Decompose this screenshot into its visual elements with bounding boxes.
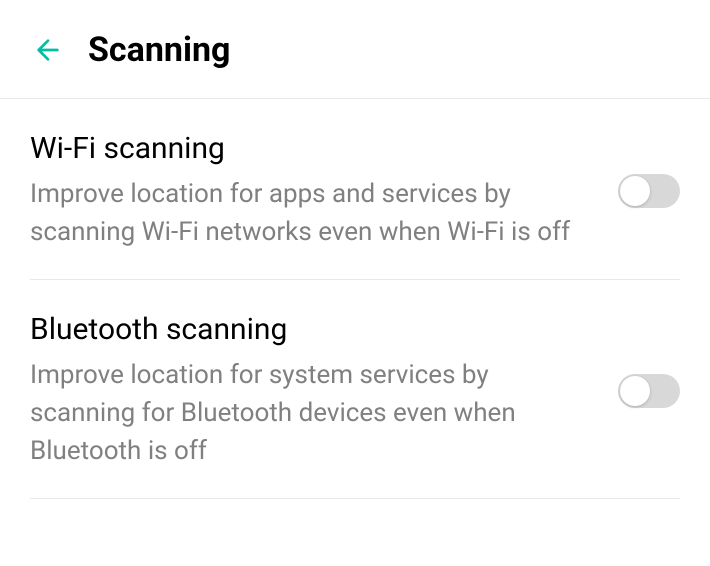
back-button[interactable] [30,32,66,68]
bluetooth-scanning-toggle[interactable] [618,374,680,408]
setting-description: Improve location for system services by … [30,357,598,470]
header: Scanning [0,0,710,99]
settings-list: Wi-Fi scanning Improve location for apps… [0,99,710,499]
toggle-knob [620,176,650,206]
toggle-knob [620,376,650,406]
arrow-left-icon [32,34,64,66]
setting-title: Wi-Fi scanning [30,131,598,166]
setting-title: Bluetooth scanning [30,312,598,347]
setting-text: Bluetooth scanning Improve location for … [30,312,618,470]
setting-item-bluetooth-scanning[interactable]: Bluetooth scanning Improve location for … [30,280,680,499]
setting-description: Improve location for apps and services b… [30,176,598,251]
setting-text: Wi-Fi scanning Improve location for apps… [30,131,618,251]
setting-item-wifi-scanning[interactable]: Wi-Fi scanning Improve location for apps… [30,99,680,280]
page-title: Scanning [88,30,230,70]
wifi-scanning-toggle[interactable] [618,174,680,208]
